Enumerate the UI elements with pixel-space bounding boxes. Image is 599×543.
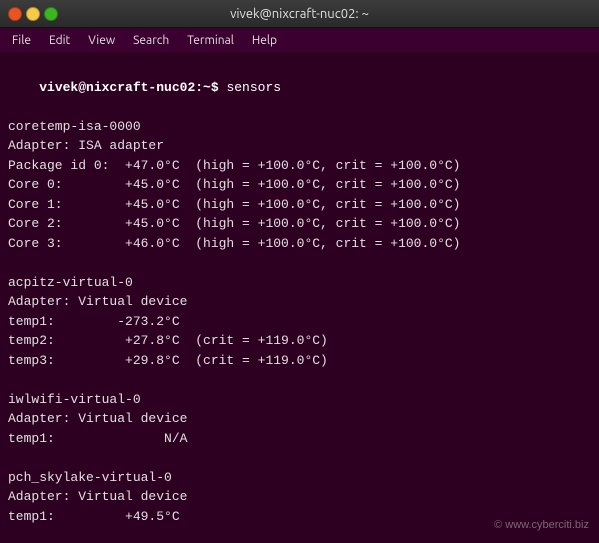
output-blank-2 (8, 370, 591, 390)
menu-view[interactable]: View (80, 32, 123, 49)
close-button[interactable] (8, 7, 22, 21)
output-line-1: Adapter: ISA adapter (8, 136, 591, 156)
output-line-0: coretemp-isa-0000 (8, 117, 591, 137)
output-line-10: temp1: -273.2°C (8, 312, 591, 332)
output-line-4: Core 1: +45.0°C (high = +100.0°C, crit =… (8, 195, 591, 215)
output-line-3: Core 0: +45.0°C (high = +100.0°C, crit =… (8, 175, 591, 195)
window-title: vivek@nixcraft-nuc02: ~ (230, 7, 369, 21)
output-blank-3 (8, 448, 591, 468)
output-line-15: Adapter: Virtual device (8, 409, 591, 429)
output-line-12: temp3: +29.8°C (crit = +119.0°C) (8, 351, 591, 371)
command-text: sensors (226, 80, 281, 95)
menu-file[interactable]: File (4, 32, 39, 49)
output-line-14: iwlwifi-virtual-0 (8, 390, 591, 410)
output-line-8: acpitz-virtual-0 (8, 273, 591, 293)
output-line-2: Package id 0: +47.0°C (high = +100.0°C, … (8, 156, 591, 176)
output-line-18: pch_skylake-virtual-0 (8, 468, 591, 488)
output-line-5: Core 2: +45.0°C (high = +100.0°C, crit =… (8, 214, 591, 234)
menu-search[interactable]: Search (125, 32, 177, 49)
prompt-user: vivek@nixcraft-nuc02:~$ (39, 80, 226, 95)
menu-terminal[interactable]: Terminal (179, 32, 242, 49)
output-line-6: Core 3: +46.0°C (high = +100.0°C, crit =… (8, 234, 591, 254)
menubar: File Edit View Search Terminal Help (0, 28, 599, 52)
menu-help[interactable]: Help (244, 32, 285, 49)
menu-edit[interactable]: Edit (41, 32, 78, 49)
output-line-16: temp1: N/A (8, 429, 591, 449)
output-line-11: temp2: +27.8°C (crit = +119.0°C) (8, 331, 591, 351)
minimize-button[interactable] (26, 7, 40, 21)
window-controls[interactable] (8, 7, 58, 21)
copyright-text: © www.cyberciti.biz (494, 517, 589, 534)
output-blank-1 (8, 253, 591, 273)
titlebar: vivek@nixcraft-nuc02: ~ (0, 0, 599, 28)
output-line-19: Adapter: Virtual device (8, 487, 591, 507)
command-line: vivek@nixcraft-nuc02:~$ sensors (8, 58, 591, 117)
output-line-9: Adapter: Virtual device (8, 292, 591, 312)
terminal-area[interactable]: vivek@nixcraft-nuc02:~$ sensors coretemp… (0, 52, 599, 543)
maximize-button[interactable] (44, 7, 58, 21)
